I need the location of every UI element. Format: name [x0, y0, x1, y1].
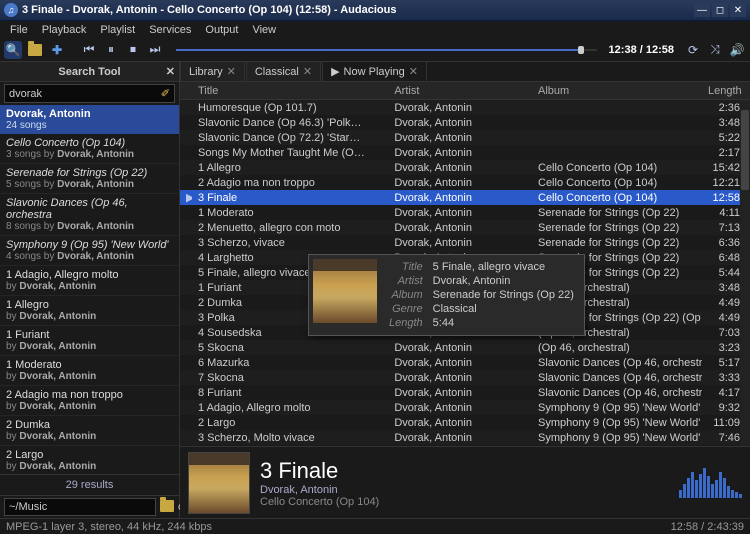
menubar: FilePlaybackPlaylistServicesOutputView — [0, 20, 750, 38]
track-row[interactable]: ▶3 FinaleDvorak, AntoninCello Concerto (… — [180, 190, 750, 205]
play-indicator-icon: ▶ — [331, 65, 339, 78]
tooltip-art — [313, 259, 377, 323]
result-item[interactable]: 2 Adagio ma non troppoby Dvorak, Antonin — [0, 386, 179, 416]
minimize-button[interactable]: — — [694, 3, 710, 17]
menu-file[interactable]: File — [4, 22, 34, 38]
track-row[interactable]: 6 MazurkaDvorak, AntoninSlavonic Dances … — [180, 355, 750, 370]
result-artist-header[interactable]: Dvorak, Antonin 24 songs — [0, 105, 179, 134]
playlist-tabs: Library ✕Classical ✕▶ Now Playing ✕ — [180, 62, 750, 82]
result-item[interactable]: 1 Allegroby Dvorak, Antonin — [0, 296, 179, 326]
result-item[interactable]: Symphony 9 (Op 95) 'New World'4 songs by… — [0, 236, 179, 266]
result-item[interactable]: 1 Moderatoby Dvorak, Antonin — [0, 356, 179, 386]
tab-now-playing[interactable]: ▶ Now Playing ✕ — [322, 62, 427, 81]
track-row[interactable]: 3 Scherzo, Molto vivaceDvorak, AntoninSy… — [180, 430, 750, 445]
track-row[interactable]: Songs My Mother Taught Me (O…Dvorak, Ant… — [180, 145, 750, 160]
result-item[interactable]: Serenade for Strings (Op 22)5 songs by D… — [0, 164, 179, 194]
status-bar: MPEG-1 layer 3, stereo, 44 kHz, 244 kbps… — [0, 518, 750, 534]
track-row[interactable]: 4 Allegro con fuocoDvorak, AntoninSympho… — [180, 445, 750, 446]
progress-slider[interactable] — [176, 49, 597, 51]
track-row[interactable]: 5 SkocnaDvorak, Antonin(Op 46, orchestra… — [180, 340, 750, 355]
open-folder-icon[interactable] — [26, 41, 44, 59]
now-playing-panel: 3 Finale Dvorak, Antonin Cello Concerto … — [180, 446, 750, 518]
result-item[interactable]: 1 Adagio, Allegro moltoby Dvorak, Antoni… — [0, 266, 179, 296]
app-icon: ♫ — [4, 3, 18, 17]
shuffle-button[interactable]: ⤨ — [706, 41, 724, 59]
repeat-button[interactable]: ⟳ — [684, 41, 702, 59]
volume-button[interactable]: 🔊 — [728, 41, 746, 59]
pause-button[interactable]: ⏸ — [102, 41, 120, 59]
track-tooltip: Title5 Finale, allegro vivace ArtistDvor… — [308, 254, 585, 336]
column-headers[interactable]: Title Artist Album Length — [180, 82, 750, 100]
clear-search-icon[interactable]: ✐ — [161, 87, 170, 100]
album-art — [188, 452, 250, 514]
window-title: 3 Finale - Dvorak, Antonin - Cello Conce… — [22, 4, 694, 16]
tab-classical[interactable]: Classical ✕ — [246, 62, 321, 81]
menu-output[interactable]: Output — [199, 22, 244, 38]
search-input[interactable] — [9, 88, 159, 100]
close-button[interactable]: ✕ — [730, 3, 746, 17]
browse-folder-icon[interactable] — [160, 500, 174, 515]
sidebar-header: Search Tool ✕ — [0, 62, 179, 82]
time-status: 12:58 / 2:43:39 — [671, 521, 744, 533]
visualizer — [679, 468, 742, 498]
next-button[interactable]: ⏭ — [146, 41, 164, 59]
scrollbar[interactable] — [740, 100, 750, 446]
track-row[interactable]: 1 ModeratoDvorak, AntoninSerenade for St… — [180, 205, 750, 220]
track-row[interactable]: Humoresque (Op 101.7)Dvorak, Antonin2:36 — [180, 100, 750, 115]
toolbar: 🔍 ✚ ⏮ ⏸ ⏹ ⏭ 12:38 / 12:58 ⟳ ⤨ 🔊 — [0, 38, 750, 62]
result-count: 29 results — [0, 474, 179, 495]
result-item[interactable]: 1 Furiantby Dvorak, Antonin — [0, 326, 179, 356]
close-tab-icon[interactable]: ✕ — [227, 65, 236, 78]
menu-services[interactable]: Services — [143, 22, 197, 38]
add-icon[interactable]: ✚ — [48, 41, 66, 59]
track-row[interactable]: Slavonic Dance (Op 46.3) 'Polk…Dvorak, A… — [180, 115, 750, 130]
close-tab-icon[interactable]: ✕ — [303, 65, 312, 78]
np-album: Cello Concerto (Op 104) — [260, 496, 379, 508]
result-item[interactable]: 2 Largoby Dvorak, Antonin — [0, 446, 179, 474]
track-row[interactable]: Slavonic Dance (Op 72.2) 'Star…Dvorak, A… — [180, 130, 750, 145]
close-tab-icon[interactable]: ✕ — [409, 65, 418, 78]
maximize-button[interactable]: ◻ — [712, 3, 728, 17]
menu-view[interactable]: View — [246, 22, 282, 38]
sidebar: Search Tool ✕ ✐ Dvorak, Antonin 24 songs… — [0, 62, 180, 518]
search-icon[interactable]: 🔍 — [4, 41, 22, 59]
tab-library[interactable]: Library ✕ — [180, 62, 245, 81]
menu-playlist[interactable]: Playlist — [94, 22, 141, 38]
track-row[interactable]: 2 LargoDvorak, AntoninSymphony 9 (Op 95)… — [180, 415, 750, 430]
menu-playback[interactable]: Playback — [36, 22, 93, 38]
time-display: 12:38 / 12:58 — [609, 44, 674, 56]
path-input[interactable] — [4, 498, 156, 516]
result-item[interactable]: 2 Dumkaby Dvorak, Antonin — [0, 416, 179, 446]
np-title: 3 Finale — [260, 458, 379, 484]
track-row[interactable]: 2 Menuetto, allegro con motoDvorak, Anto… — [180, 220, 750, 235]
track-row[interactable]: 7 SkocnaDvorak, AntoninSlavonic Dances (… — [180, 370, 750, 385]
result-item[interactable]: Cello Concerto (Op 104)3 songs by Dvorak… — [0, 134, 179, 164]
previous-button[interactable]: ⏮ — [80, 41, 98, 59]
codec-status: MPEG-1 layer 3, stereo, 44 kHz, 244 kbps — [6, 521, 212, 533]
track-row[interactable]: 3 Scherzo, vivaceDvorak, AntoninSerenade… — [180, 235, 750, 250]
np-artist: Dvorak, Antonin — [260, 484, 379, 496]
stop-button[interactable]: ⏹ — [124, 41, 142, 59]
titlebar: ♫ 3 Finale - Dvorak, Antonin - Cello Con… — [0, 0, 750, 20]
close-panel-icon[interactable]: ✕ — [166, 65, 175, 78]
track-row[interactable]: 1 Adagio, Allegro moltoDvorak, AntoninSy… — [180, 400, 750, 415]
result-item[interactable]: Slavonic Dances (Op 46, orchestra8 songs… — [0, 194, 179, 236]
track-row[interactable]: 8 FuriantDvorak, AntoninSlavonic Dances … — [180, 385, 750, 400]
track-row[interactable]: 2 Adagio ma non troppoDvorak, AntoninCel… — [180, 175, 750, 190]
track-row[interactable]: 1 AllegroDvorak, AntoninCello Concerto (… — [180, 160, 750, 175]
